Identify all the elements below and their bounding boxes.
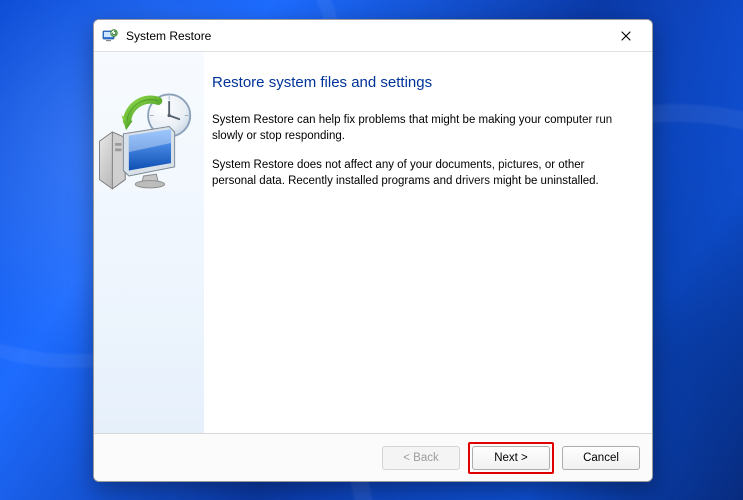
restore-illustration-icon: [94, 88, 204, 198]
dialog-body: Restore system files and settings System…: [94, 52, 652, 433]
window-title: System Restore: [126, 29, 211, 43]
intro-paragraph-1: System Restore can help fix problems tha…: [212, 113, 624, 144]
wizard-sidebar: [94, 52, 204, 433]
wizard-footer: < Back Next > Cancel: [94, 433, 652, 481]
system-restore-icon: [102, 28, 118, 44]
cancel-button[interactable]: Cancel: [562, 446, 640, 470]
close-button[interactable]: [606, 22, 646, 50]
intro-paragraph-2: System Restore does not affect any of yo…: [212, 158, 624, 189]
system-restore-dialog: System Restore: [93, 19, 653, 482]
wizard-content: Restore system files and settings System…: [204, 52, 652, 433]
back-button: < Back: [382, 446, 460, 470]
next-button-highlight: Next >: [468, 442, 554, 474]
titlebar: System Restore: [94, 20, 652, 52]
close-icon: [621, 31, 631, 41]
page-heading: Restore system files and settings: [212, 74, 624, 91]
next-button[interactable]: Next >: [472, 446, 550, 470]
